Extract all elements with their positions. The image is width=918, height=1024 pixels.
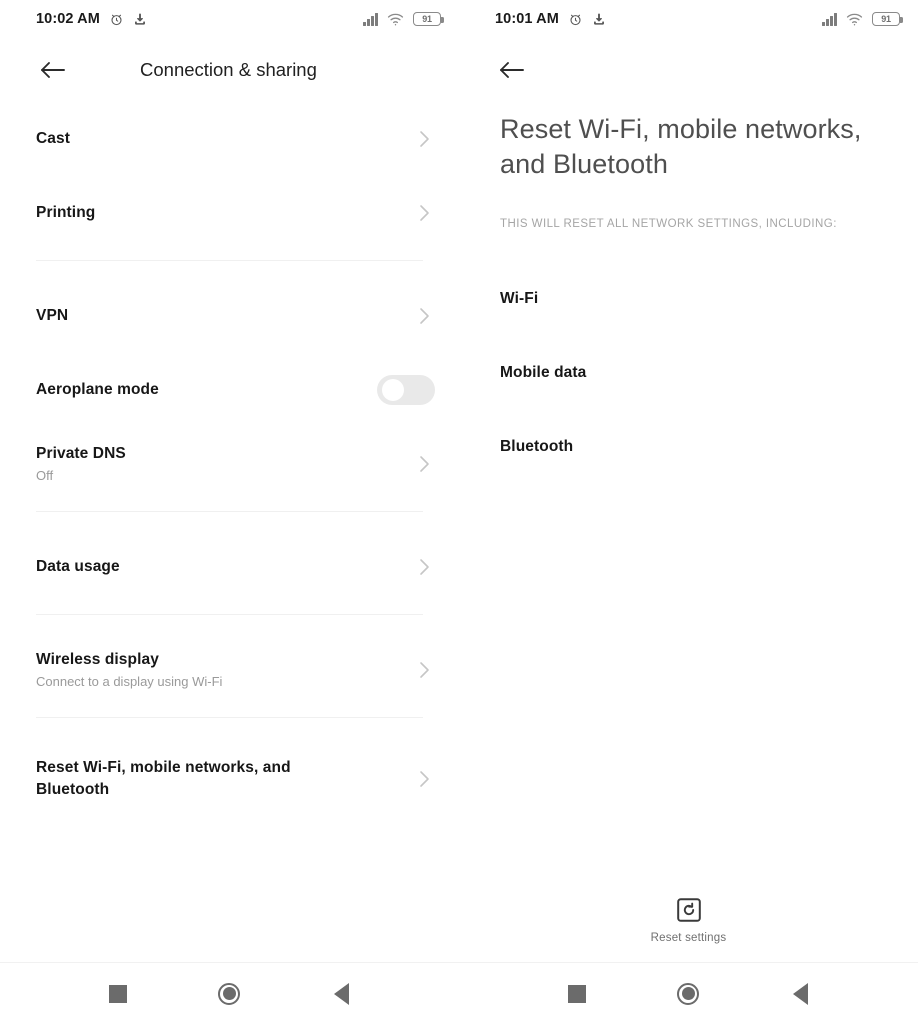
status-bar-right-cluster: 91 <box>363 12 444 26</box>
back-arrow-icon[interactable] <box>495 53 529 87</box>
download-icon <box>133 12 147 26</box>
status-bar-right: 10:01 AM 91 <box>459 0 918 38</box>
battery-level: 91 <box>881 13 891 24</box>
signal-bars-icon <box>822 13 837 26</box>
app-bar-right <box>459 38 918 102</box>
chevron-right-icon <box>413 202 435 224</box>
left-phone-screen: 10:02 AM 91 Connection & sharing Cast Pr… <box>0 0 459 1024</box>
download-icon <box>592 12 606 26</box>
status-bar-left: 10:02 AM 91 <box>0 0 459 38</box>
chevron-right-icon <box>413 453 435 475</box>
recents-square-icon[interactable] <box>554 971 600 1017</box>
list-item-vpn[interactable]: VPN <box>0 279 459 353</box>
list-item-label: Printing <box>36 203 96 221</box>
back-arrow-icon[interactable] <box>36 53 70 87</box>
list-item-cast[interactable]: Cast <box>0 102 459 176</box>
list-item-printing[interactable]: Printing <box>0 176 459 250</box>
reset-page-body: Reset Wi-Fi, mobile networks, and Blueto… <box>459 102 918 962</box>
reset-settings-icon <box>676 895 702 925</box>
chevron-right-icon <box>413 305 435 327</box>
list-item-label: Data usage <box>36 557 120 575</box>
wifi-icon <box>387 13 404 26</box>
page-title: Connection & sharing <box>140 59 317 80</box>
wifi-icon <box>846 13 863 26</box>
list-item-wifi: Wi-Fi <box>500 290 539 308</box>
list-item-data-usage[interactable]: Data usage <box>0 530 459 604</box>
row-text: Data usage <box>36 556 413 578</box>
list-item-private-dns[interactable]: Private DNS Off <box>0 427 459 501</box>
back-triangle-icon[interactable] <box>777 971 823 1017</box>
row-text: Aeroplane mode <box>36 379 377 401</box>
nav-bar-right <box>459 962 918 1024</box>
list-item-bluetooth: Bluetooth <box>500 438 574 456</box>
list-item-label: Reset Wi-Fi, mobile networks, and Blueto… <box>36 758 291 798</box>
reset-caption: THIS WILL RESET ALL NETWORK SETTINGS, IN… <box>500 218 837 231</box>
status-bar-left-cluster: 10:01 AM <box>495 11 606 27</box>
row-text: Wireless display Connect to a display us… <box>36 649 413 691</box>
status-clock: 10:02 AM <box>36 11 100 27</box>
row-text: Cast <box>36 128 413 150</box>
recents-square-icon[interactable] <box>95 971 141 1017</box>
home-circle-icon[interactable] <box>665 971 711 1017</box>
list-item-description: Connect to a display using Wi-Fi <box>36 674 223 690</box>
row-text: Private DNS Off <box>36 443 413 485</box>
status-clock: 10:01 AM <box>495 11 559 27</box>
list-item-label: Private DNS <box>36 444 126 462</box>
list-item-label: Wireless display <box>36 650 159 668</box>
row-text: Printing <box>36 202 413 224</box>
list-item-aeroplane-mode[interactable]: Aeroplane mode <box>0 353 459 427</box>
toggle-knob <box>382 379 404 401</box>
status-bar-left-cluster: 10:02 AM <box>36 11 147 27</box>
reset-settings-button[interactable]: Reset settings <box>459 895 918 944</box>
battery-icon: 91 <box>413 12 444 26</box>
reset-affected-list: Wi-Fi Mobile data Bluetooth <box>500 262 876 484</box>
list-item-label: Cast <box>36 129 70 147</box>
nav-bar-left <box>0 962 459 1024</box>
row-text: Reset Wi-Fi, mobile networks, and Blueto… <box>36 757 413 802</box>
battery-icon: 91 <box>872 12 903 26</box>
reset-heading: Reset Wi-Fi, mobile networks, and Blueto… <box>500 114 862 179</box>
chevron-right-icon <box>413 128 435 150</box>
dual-phone-screenshot: 10:02 AM 91 Connection & sharing Cast Pr… <box>0 0 918 1024</box>
chevron-right-icon <box>413 768 435 790</box>
status-bar-right-cluster: 91 <box>822 12 903 26</box>
signal-bars-icon <box>363 13 378 26</box>
battery-level: 91 <box>422 13 432 24</box>
alarm-clock-icon <box>109 12 124 27</box>
app-bar-left: Connection & sharing <box>0 38 459 102</box>
aeroplane-mode-toggle[interactable] <box>377 375 435 405</box>
list-item-mobile-data: Mobile data <box>500 364 587 382</box>
list-item-label: VPN <box>36 306 69 324</box>
reset-settings-label: Reset settings <box>650 932 727 944</box>
chevron-right-icon <box>413 556 435 578</box>
list-item-label: Aeroplane mode <box>36 380 159 398</box>
alarm-clock-icon <box>568 12 583 27</box>
list-item-value: Off <box>36 468 54 484</box>
chevron-right-icon <box>413 659 435 681</box>
list-item-wireless-display[interactable]: Wireless display Connect to a display us… <box>0 633 459 707</box>
row-text: VPN <box>36 305 413 327</box>
home-circle-icon[interactable] <box>206 971 252 1017</box>
list-item-reset-network[interactable]: Reset Wi-Fi, mobile networks, and Blueto… <box>0 736 459 822</box>
settings-list: Cast Printing VPN Aeroplane mode Private… <box>0 102 459 962</box>
back-triangle-icon[interactable] <box>318 971 364 1017</box>
right-phone-screen: 10:01 AM 91 Reset Wi-Fi, mobile networks… <box>459 0 918 1024</box>
